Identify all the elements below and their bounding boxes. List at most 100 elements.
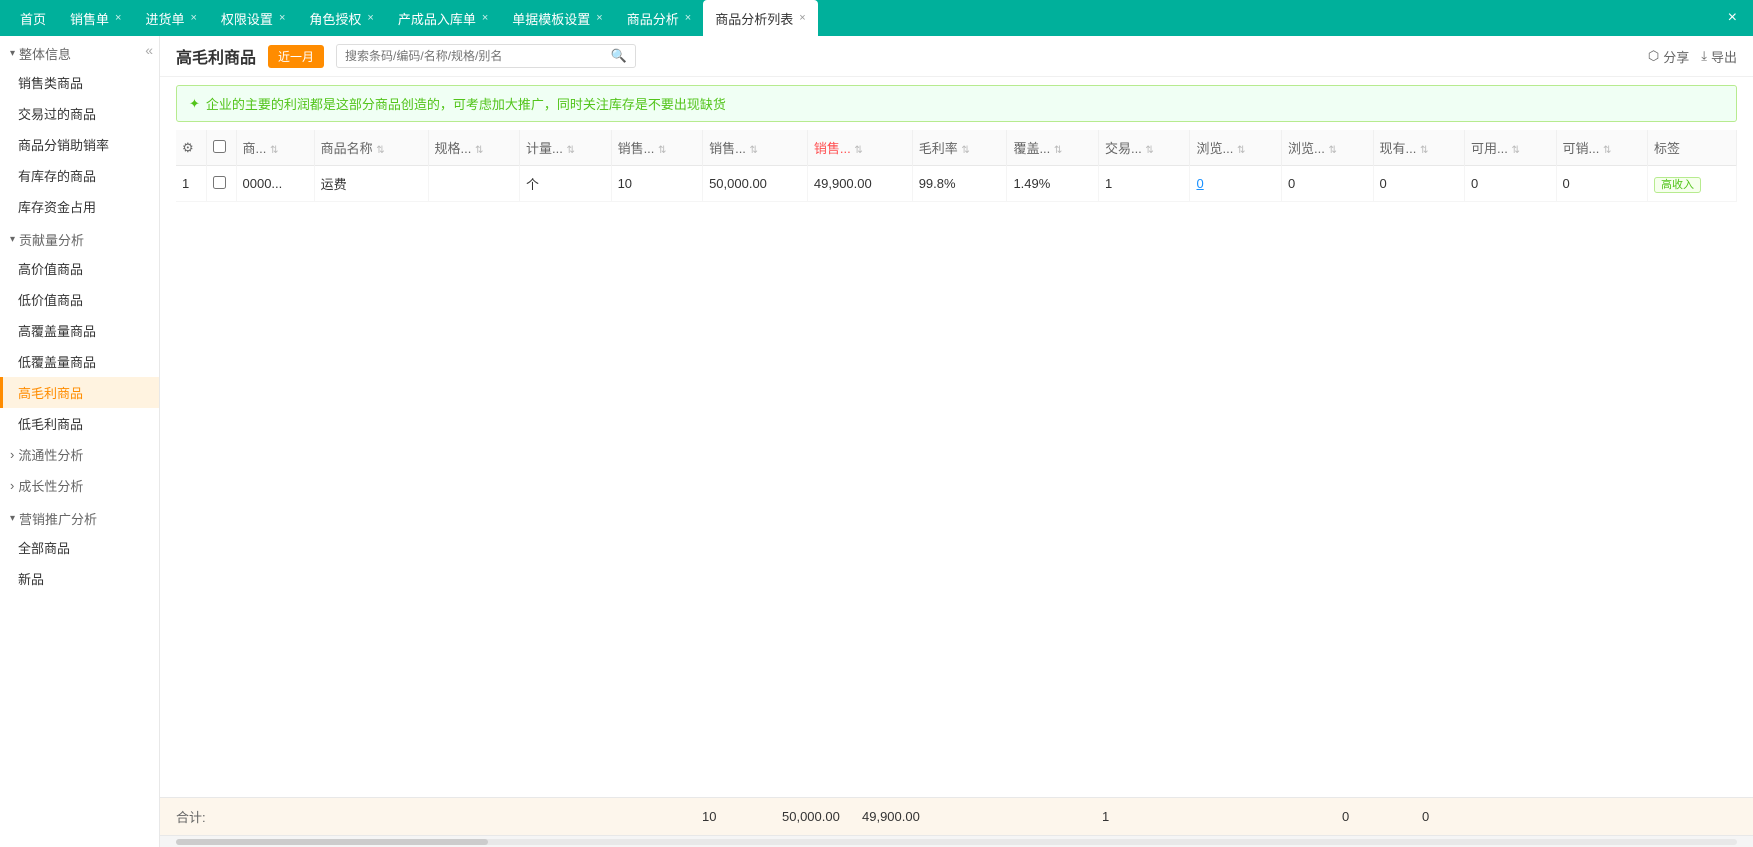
nav-tab-sales[interactable]: 销售单 × — [58, 0, 133, 36]
sidebar-item-high-margin[interactable]: 高毛利商品 — [0, 377, 159, 408]
sort-icon: ⇅ — [750, 145, 758, 156]
chevron-down-icon: ▾ — [10, 234, 15, 245]
th-trade[interactable]: 交易... ⇅ — [1098, 130, 1190, 166]
nav-tab-product-analysis-list[interactable]: 商品分析列表 × — [703, 0, 817, 36]
th-unit[interactable]: 计量... ⇅ — [520, 130, 612, 166]
sort-icon: ⇅ — [1145, 145, 1153, 156]
chevron-right-icon: › — [10, 447, 14, 462]
cell-sales-amt: 50,000.00 — [703, 166, 808, 202]
sidebar-item-stock-capital[interactable]: 库存资金占用 — [0, 191, 159, 222]
sidebar-item-all-products[interactable]: 全部商品 — [0, 532, 159, 563]
sort-icon: ⇅ — [1237, 145, 1245, 156]
close-icon[interactable]: × — [685, 12, 691, 24]
cell-coverage: 1.49% — [1007, 166, 1099, 202]
chevron-right-icon: › — [10, 478, 14, 493]
close-icon[interactable]: × — [115, 12, 121, 24]
table-row: 1 0000... 运费 个 10 50,000.00 49,900.00 99… — [176, 166, 1737, 202]
export-button[interactable]: ⤓ 导出 — [1701, 47, 1737, 66]
total-cells: 10 50,000.00 49,900.00 1 0 0 — [376, 809, 1737, 824]
nav-tab-product-analysis[interactable]: 商品分析 × — [615, 0, 703, 36]
sidebar-item-in-stock[interactable]: 有库存的商品 — [0, 160, 159, 191]
footer-cell-empty8 — [1256, 809, 1336, 824]
info-icon: ✦ — [189, 96, 200, 112]
sidebar-item-high-coverage[interactable]: 高覆盖量商品 — [0, 315, 159, 346]
sidebar-item-low-margin[interactable]: 低毛利商品 — [0, 408, 159, 439]
close-icon[interactable]: × — [190, 12, 196, 24]
th-sales-profit[interactable]: 销售... ⇅ — [807, 130, 912, 166]
content-area: 高毛利商品 近一月 🔍 ⬡ 分享 ⤓ 导出 ✦ 企业的主要的利润都是这部分商品创… — [160, 36, 1753, 847]
chevron-down-icon: ▾ — [10, 513, 15, 524]
export-icon: ⤓ — [1701, 48, 1707, 64]
nav-tab-purchase[interactable]: 进货单 × — [133, 0, 208, 36]
sidebar-group-contribution[interactable]: ▾ 贡献量分析 — [0, 222, 159, 253]
th-settings[interactable]: ⚙ — [176, 130, 206, 166]
search-input[interactable] — [345, 49, 605, 63]
sidebar-item-distribution-rate[interactable]: 商品分销助销率 — [0, 129, 159, 160]
filter-period-button[interactable]: 近一月 — [268, 45, 324, 68]
top-navigation: 首页 销售单 × 进货单 × 权限设置 × 角色授权 × 产成品入库单 × 单据… — [0, 0, 1753, 36]
th-available[interactable]: 可用... ⇅ — [1465, 130, 1557, 166]
search-icon[interactable]: 🔍 — [611, 48, 627, 64]
cell-trade: 1 — [1098, 166, 1190, 202]
th-sales-amt[interactable]: 销售... ⇅ — [703, 130, 808, 166]
close-icon[interactable]: × — [279, 12, 285, 24]
nav-tab-template[interactable]: 单据模板设置 × — [500, 0, 614, 36]
select-all-checkbox[interactable] — [213, 140, 226, 153]
footer-cell-trade: 1 — [1096, 809, 1176, 824]
th-sales-qty[interactable]: 销售... ⇅ — [611, 130, 703, 166]
sidebar-item-new-products[interactable]: 新品 — [0, 563, 159, 594]
sidebar-item-low-value[interactable]: 低价值商品 — [0, 284, 159, 315]
search-box: 🔍 — [336, 44, 636, 68]
cell-browse1[interactable]: 0 — [1190, 166, 1282, 202]
sidebar-item-high-value[interactable]: 高价值商品 — [0, 253, 159, 284]
scrollbar-thumb[interactable] — [176, 839, 488, 845]
cell-code: 0000... — [236, 166, 314, 202]
cell-checkbox[interactable] — [206, 166, 236, 202]
sidebar: « ▾ 整体信息 销售类商品 交易过的商品 商品分销助销率 有库存的商品 库存资… — [0, 36, 160, 847]
cell-name: 运费 — [314, 166, 428, 202]
sort-icon: ⇅ — [376, 145, 384, 156]
nav-tab-permission[interactable]: 权限设置 × — [209, 0, 297, 36]
th-checkbox[interactable] — [206, 130, 236, 166]
sidebar-group-overall[interactable]: ▾ 整体信息 — [0, 36, 159, 67]
page-title: 高毛利商品 — [176, 44, 256, 68]
sidebar-item-sales-products[interactable]: 销售类商品 — [0, 67, 159, 98]
footer-cell-sales-profit: 49,900.00 — [856, 809, 936, 824]
sidebar-item-traded-products[interactable]: 交易过的商品 — [0, 98, 159, 129]
footer-cell-sales-amt: 50,000.00 — [776, 809, 856, 824]
content-header: 高毛利商品 近一月 🔍 ⬡ 分享 ⤓ 导出 — [160, 36, 1753, 77]
header-actions: ⬡ 分享 ⤓ 导出 — [1648, 47, 1737, 66]
sidebar-collapse-button[interactable]: « — [145, 42, 153, 58]
nav-tab-product-inbound[interactable]: 产成品入库单 × — [386, 0, 500, 36]
window-close-button[interactable]: × — [1720, 9, 1745, 27]
sidebar-group-marketing[interactable]: ▾ 营销推广分析 — [0, 501, 159, 532]
th-saleable[interactable]: 可销... ⇅ — [1556, 130, 1648, 166]
th-name[interactable]: 商品名称 ⇅ — [314, 130, 428, 166]
sort-icon: ⇅ — [961, 145, 969, 156]
th-tag[interactable]: 标签 — [1648, 130, 1737, 166]
share-button[interactable]: ⬡ 分享 — [1648, 47, 1689, 66]
row-checkbox[interactable] — [213, 176, 226, 189]
nav-tab-role[interactable]: 角色授权 × — [297, 0, 385, 36]
horizontal-scrollbar[interactable] — [160, 835, 1753, 847]
close-icon[interactable]: × — [596, 12, 602, 24]
sort-icon: ⇅ — [1328, 145, 1336, 156]
footer-cell-current-stock: 0 — [1336, 809, 1416, 824]
th-gross-margin[interactable]: 毛利率 ⇅ — [912, 130, 1007, 166]
close-icon[interactable]: × — [799, 12, 805, 24]
close-icon[interactable]: × — [367, 12, 373, 24]
th-code[interactable]: 商... ⇅ — [236, 130, 314, 166]
sidebar-item-low-coverage[interactable]: 低覆盖量商品 — [0, 346, 159, 377]
close-icon[interactable]: × — [482, 12, 488, 24]
th-browse1[interactable]: 浏览... ⇅ — [1190, 130, 1282, 166]
sidebar-group-growth[interactable]: › 成长性分析 — [0, 470, 159, 501]
sort-icon: ⇅ — [1420, 145, 1428, 156]
th-current-stock[interactable]: 现有... ⇅ — [1373, 130, 1465, 166]
sidebar-group-liquidity[interactable]: › 流通性分析 — [0, 439, 159, 470]
th-spec[interactable]: 规格... ⇅ — [428, 130, 520, 166]
th-browse2[interactable]: 浏览... ⇅ — [1281, 130, 1373, 166]
nav-tab-home[interactable]: 首页 — [8, 0, 58, 36]
footer-cell-empty5 — [936, 809, 1016, 824]
footer-cell-empty6 — [1016, 809, 1096, 824]
th-coverage[interactable]: 覆盖... ⇅ — [1007, 130, 1099, 166]
